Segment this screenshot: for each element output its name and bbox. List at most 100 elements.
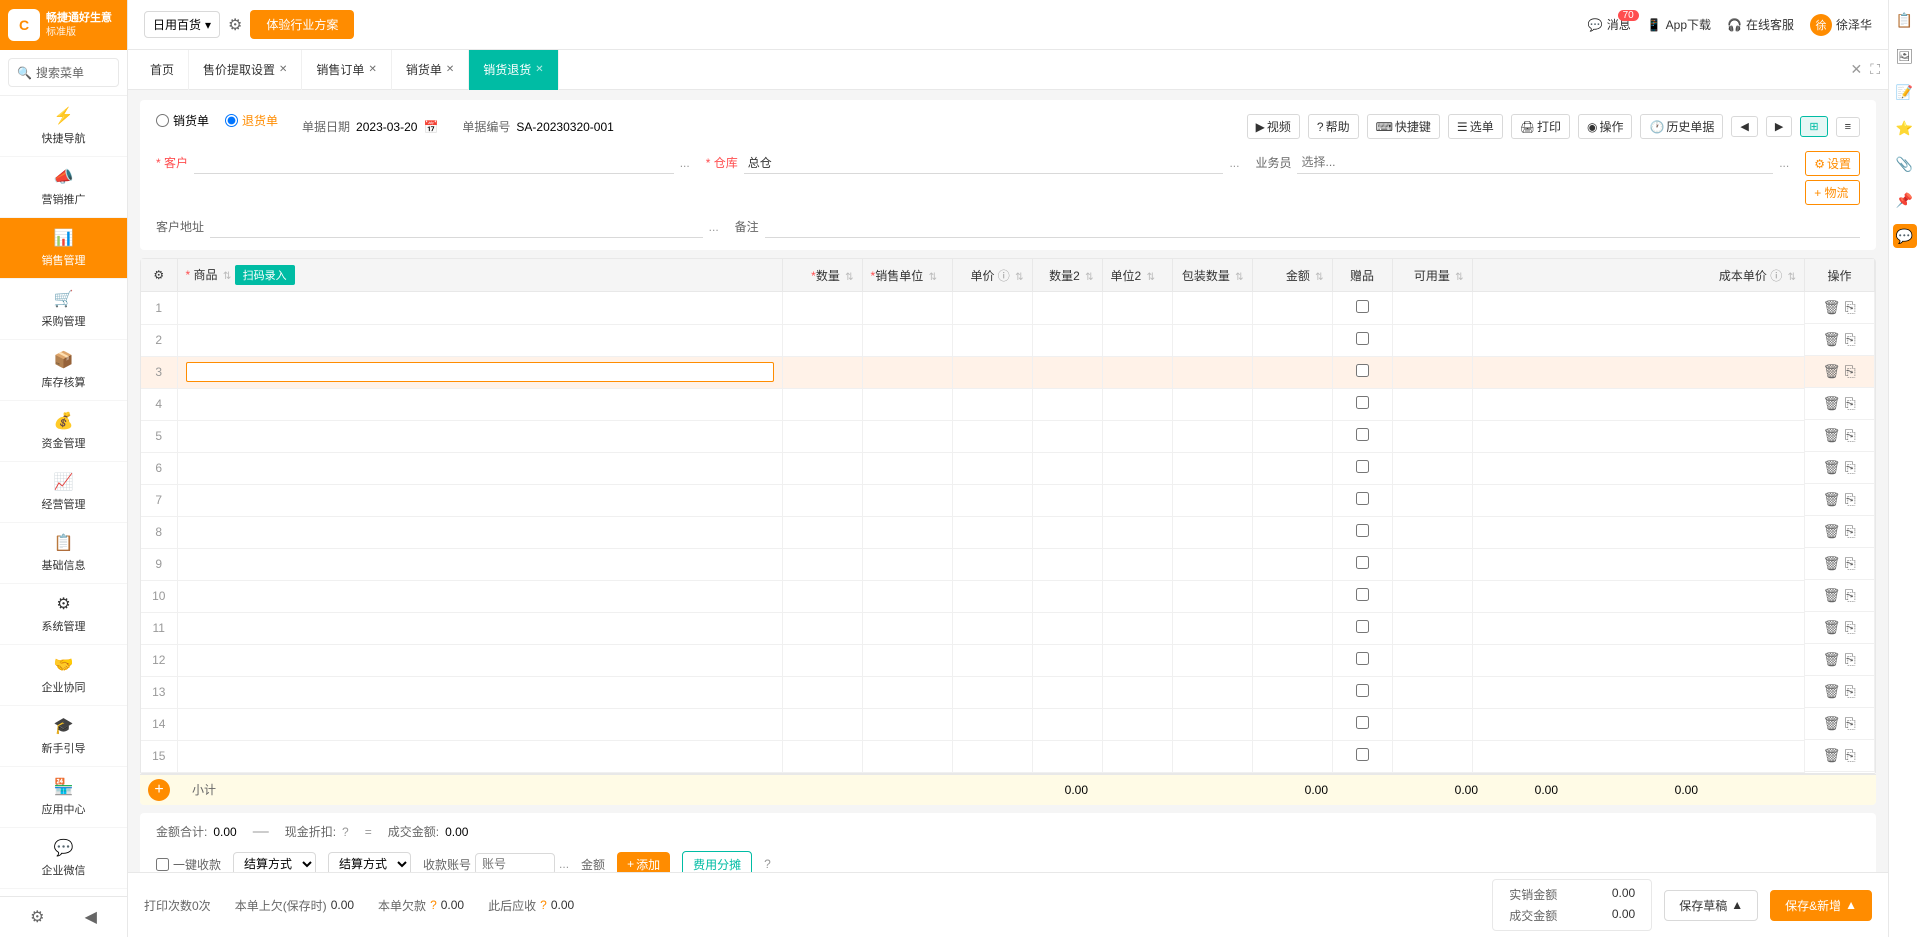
pack-qty-cell-5[interactable]	[1172, 420, 1252, 452]
gift-checkbox-7[interactable]	[1356, 492, 1369, 505]
unit-price-cell-13[interactable]	[952, 676, 1032, 708]
th-sort-qty2[interactable]: ⇅	[1085, 272, 1093, 283]
sidebar-item-member[interactable]: 👑 畅会员	[0, 889, 127, 896]
th-sort-sale-unit[interactable]: ⇅	[929, 272, 937, 283]
qty-cell-8[interactable]	[782, 516, 862, 548]
sale-unit-cell-4[interactable]	[862, 388, 952, 420]
sale-unit-cell-8[interactable]	[862, 516, 952, 548]
sidebar-item-inventory[interactable]: 📦 库存核算	[0, 340, 127, 401]
qty-cell-11[interactable]	[782, 612, 862, 644]
available-cell-13[interactable]	[1392, 676, 1472, 708]
th-sort-available[interactable]: ⇅	[1455, 272, 1463, 283]
delete-row-btn-3[interactable]: 🗑	[1823, 360, 1841, 383]
available-cell-15[interactable]	[1392, 740, 1472, 772]
billing-method-select[interactable]: 结算方式	[328, 852, 411, 872]
unit-price-cell-4[interactable]	[952, 388, 1032, 420]
tab-delivery-close[interactable]: ✕	[446, 64, 454, 75]
qty2-cell-8[interactable]	[1032, 516, 1102, 548]
save-draft-btn[interactable]: 保存草稿 ▲	[1664, 890, 1758, 921]
product-cell-12[interactable]	[177, 644, 782, 676]
qty-cell-12[interactable]	[782, 644, 862, 676]
customer-input[interactable]	[194, 151, 674, 174]
available-cell-7[interactable]	[1392, 484, 1472, 516]
sidebar-item-enterprise[interactable]: 🤝 企业协同	[0, 645, 127, 706]
available-cell-9[interactable]	[1392, 548, 1472, 580]
th-sort-pack-qty[interactable]: ⇅	[1235, 272, 1243, 283]
qty-cell-3[interactable]	[782, 356, 862, 388]
unit2-cell-1[interactable]	[1102, 292, 1172, 325]
unit2-cell-10[interactable]	[1102, 580, 1172, 612]
unit-price-cell-15[interactable]	[952, 740, 1032, 772]
product-cell-1[interactable]	[177, 292, 782, 325]
qty2-cell-2[interactable]	[1032, 324, 1102, 356]
table-settings-icon[interactable]: ⚙	[153, 268, 164, 282]
amount-cell-9[interactable]	[1252, 548, 1332, 580]
gift-checkbox-13[interactable]	[1356, 684, 1369, 697]
amount-cell-15[interactable]	[1252, 740, 1332, 772]
print-btn[interactable]: 🖨 打印	[1511, 114, 1570, 139]
sale-unit-cell-5[interactable]	[862, 420, 952, 452]
amount-cell-12[interactable]	[1252, 644, 1332, 676]
product-cell-15[interactable]	[177, 740, 782, 772]
message-btn[interactable]: 💬 消息 70	[1588, 16, 1631, 33]
gift-cell-1[interactable]	[1332, 292, 1392, 325]
address-select-btn[interactable]: ...	[709, 220, 719, 234]
remarks-input[interactable]	[765, 215, 1860, 238]
gift-checkbox-9[interactable]	[1356, 556, 1369, 569]
calendar-icon[interactable]: 📅	[423, 120, 438, 134]
form-settings-btn[interactable]: ⚙ 设置	[1805, 151, 1860, 176]
copy-row-btn-7[interactable]: ⎘	[1845, 488, 1856, 511]
qty-cell-5[interactable]	[782, 420, 862, 452]
copy-row-btn-13[interactable]: ⎘	[1845, 680, 1856, 703]
cost-price-cell-6[interactable]	[1472, 452, 1804, 484]
sidebar-item-quick-nav[interactable]: ⚡ 快捷导航	[0, 96, 127, 157]
user-menu[interactable]: 徐 徐泽华	[1810, 14, 1872, 36]
cost-price-cell-8[interactable]	[1472, 516, 1804, 548]
industry-selector[interactable]: 日用百货 ▾	[144, 11, 220, 38]
unit2-cell-9[interactable]	[1102, 548, 1172, 580]
gift-cell-11[interactable]	[1332, 612, 1392, 644]
pack-qty-cell-8[interactable]	[1172, 516, 1252, 548]
qty-cell-10[interactable]	[782, 580, 862, 612]
gift-cell-9[interactable]	[1332, 548, 1392, 580]
tab-sales-order-close[interactable]: ✕	[368, 64, 376, 75]
unit2-cell-13[interactable]	[1102, 676, 1172, 708]
sale-unit-cell-12[interactable]	[862, 644, 952, 676]
unit2-cell-11[interactable]	[1102, 612, 1172, 644]
product-cell-6[interactable]	[177, 452, 782, 484]
sidebar-item-wechat[interactable]: 💬 企业微信	[0, 828, 127, 889]
th-sort-unit-price[interactable]: ⇅	[1015, 272, 1023, 283]
gift-cell-7[interactable]	[1332, 484, 1392, 516]
amount-cell-13[interactable]	[1252, 676, 1332, 708]
qty2-cell-3[interactable]	[1032, 356, 1102, 388]
pack-qty-cell-9[interactable]	[1172, 548, 1252, 580]
sale-unit-cell-11[interactable]	[862, 612, 952, 644]
pack-qty-cell-14[interactable]	[1172, 708, 1252, 740]
cost-price-cell-12[interactable]	[1472, 644, 1804, 676]
qty-cell-4[interactable]	[782, 388, 862, 420]
pack-qty-cell-10[interactable]	[1172, 580, 1252, 612]
copy-row-btn-5[interactable]: ⎘	[1845, 424, 1856, 447]
product-cell-3[interactable]	[177, 356, 782, 388]
unit2-cell-8[interactable]	[1102, 516, 1172, 548]
unit-price-cell-5[interactable]	[952, 420, 1032, 452]
delete-row-btn-8[interactable]: 🗑	[1823, 520, 1841, 543]
sidebar-item-sales[interactable]: 📊 销售管理	[0, 218, 127, 279]
unit-price-cell-1[interactable]	[952, 292, 1032, 325]
product-input-${i}[interactable]	[186, 362, 774, 382]
unit2-cell-2[interactable]	[1102, 324, 1172, 356]
sidebar-item-operations[interactable]: 📈 经营管理	[0, 462, 127, 523]
sidebar-item-newbie[interactable]: 🎓 新手引导	[0, 706, 127, 767]
qty-cell-9[interactable]	[782, 548, 862, 580]
sidebar-item-system[interactable]: ⚙ 系统管理	[0, 584, 127, 645]
available-cell-10[interactable]	[1392, 580, 1472, 612]
qty2-cell-9[interactable]	[1032, 548, 1102, 580]
radio-delivery[interactable]: 销货单	[156, 112, 209, 129]
qty2-cell-11[interactable]	[1032, 612, 1102, 644]
cost-price-cell-13[interactable]	[1472, 676, 1804, 708]
copy-row-btn-2[interactable]: ⎘	[1845, 328, 1856, 351]
pack-qty-cell-1[interactable]	[1172, 292, 1252, 325]
help-btn[interactable]: ? 帮助	[1308, 114, 1359, 139]
tab-price-settings-close[interactable]: ✕	[279, 64, 287, 75]
gift-checkbox-14[interactable]	[1356, 716, 1369, 729]
